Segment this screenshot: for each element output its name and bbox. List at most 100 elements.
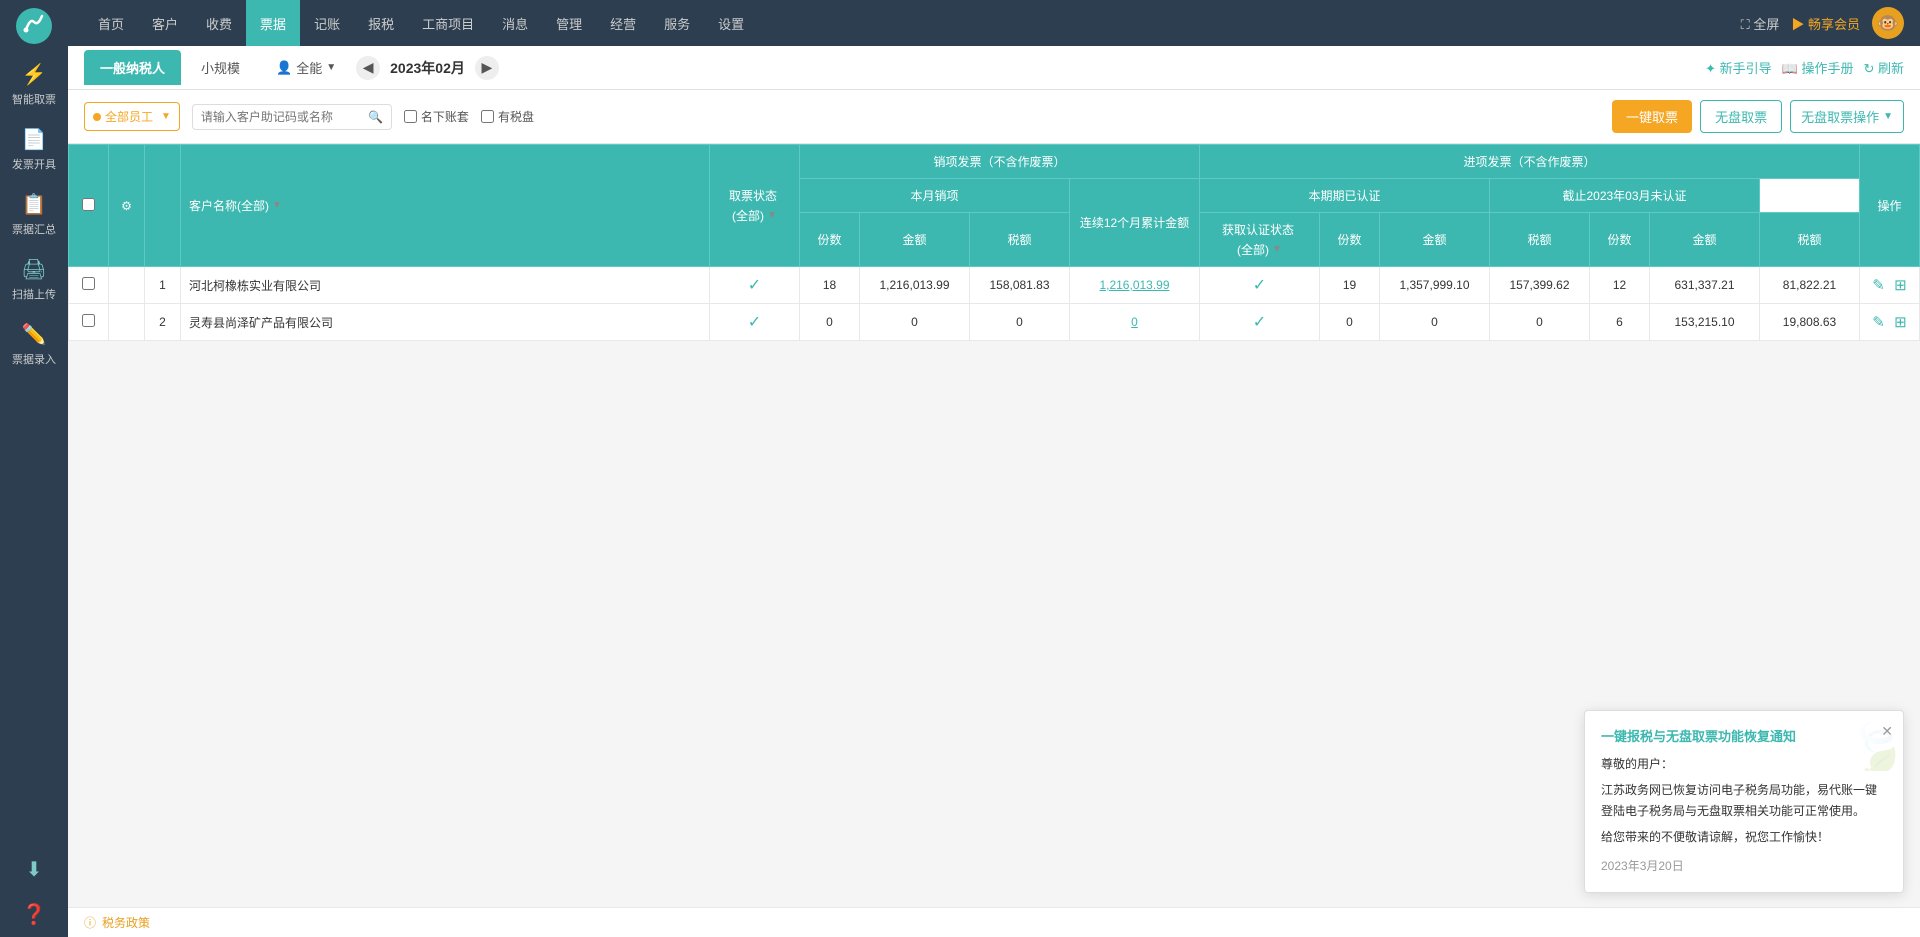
th-purchase-period: 本期期已认证 (1200, 179, 1490, 213)
has-tax-disk-label[interactable]: 有税盘 (481, 108, 534, 125)
nav-invoice[interactable]: 票据 (246, 0, 300, 46)
subtab-general[interactable]: 一般纳税人 (84, 50, 181, 85)
th-sales-month: 本月销项 (800, 179, 1070, 213)
toolbar-right-buttons: 一键取票 无盘取票 无盘取票操作 ▼ (1612, 100, 1904, 133)
row-checkbox-cell[interactable] (69, 267, 109, 304)
search-icon[interactable]: 🔍 (368, 110, 383, 124)
no-disk-ops-btn[interactable]: 无盘取票操作 ▼ (1790, 100, 1904, 133)
cumulative-link[interactable]: 0 (1131, 315, 1138, 329)
smart-fetch-icon: ⚡ (22, 62, 47, 87)
fetch-status-icon: ✓ (748, 277, 761, 294)
select-all-checkbox[interactable] (82, 198, 95, 211)
check-account-checkbox[interactable] (404, 110, 417, 123)
row-actions: ✎ ⊞ (1860, 304, 1920, 341)
tax-policy-link[interactable]: 税务政策 (102, 914, 150, 931)
fullscreen-btn[interactable]: ⛶ 全屏 (1741, 14, 1780, 33)
search-box[interactable]: 🔍 (192, 104, 392, 130)
row-checkbox-cell[interactable] (69, 304, 109, 341)
nav-message[interactable]: 消息 (488, 0, 542, 46)
no-disk-fetch-btn[interactable]: 无盘取票 (1700, 100, 1782, 133)
row-actions: ✎ ⊞ (1860, 267, 1920, 304)
row-sales-count: 0 (800, 304, 860, 341)
th-purchase-count: 份数 (1320, 213, 1380, 267)
row-customer: 河北柯橡栋实业有限公司 (181, 267, 710, 304)
invoice-summary-icon: 📋 (22, 192, 47, 217)
check-account-label[interactable]: 名下账套 (404, 108, 469, 125)
current-date: 2023年02月 (390, 58, 465, 78)
nav-home[interactable]: 首页 (84, 0, 138, 46)
user-avatar[interactable]: 🐵 (1872, 7, 1904, 39)
invoice-table-wrap: ⚙ 客户名称(全部) ▼ 取票状态 (全部) ▼ (68, 144, 1920, 341)
help-icon: ❓ (22, 902, 47, 927)
nav-customer[interactable]: 客户 (138, 0, 192, 46)
subtab-small[interactable]: 小规模 (185, 50, 256, 85)
search-input[interactable] (201, 110, 364, 124)
nav-settings[interactable]: 设置 (704, 0, 758, 46)
nav-tax[interactable]: 报税 (354, 0, 408, 46)
th-unauth-count: 份数 (1590, 213, 1650, 267)
subtab-all[interactable]: 👤 全能 ▼ (260, 50, 352, 85)
row-unauth-tax: 19,808.63 (1760, 304, 1860, 341)
new-guide-link[interactable]: ✦ 新手引导 (1705, 58, 1772, 77)
row-sales-amount: 0 (860, 304, 970, 341)
settings-icon[interactable]: ⚙ (121, 199, 132, 213)
nav-service[interactable]: 服务 (650, 0, 704, 46)
app-logo[interactable] (0, 0, 68, 52)
row-purchase-count: 19 (1320, 267, 1380, 304)
sidebar-item-smart-fetch[interactable]: ⚡ 智能取票 (0, 52, 68, 117)
prev-month-btn[interactable]: ◀ (356, 56, 380, 80)
nav-business[interactable]: 工商项目 (408, 0, 488, 46)
th-unauth-tax: 税额 (1760, 213, 1860, 267)
cert-status-icon: ✓ (1253, 314, 1266, 331)
th-purchase-tax: 税额 (1490, 213, 1590, 267)
th-fetch-status: 取票状态 (全部) ▼ (710, 145, 800, 267)
row-customer: 灵寿县尚泽矿产品有限公司 (181, 304, 710, 341)
detail-icon[interactable]: ⊞ (1894, 277, 1907, 294)
row-checkbox[interactable] (82, 314, 95, 327)
cumulative-link[interactable]: 1,216,013.99 (1099, 278, 1169, 292)
sidebar-bottom: ⬇ ❓ (0, 847, 68, 937)
row-cert-status: ✓ (1200, 267, 1320, 304)
fetch-status-filter[interactable]: ▼ (767, 210, 777, 221)
row-no: 2 (145, 304, 181, 341)
th-no (145, 145, 181, 267)
member-btn[interactable]: ▶ 畅享会员 (1791, 14, 1860, 33)
sidebar-item-download[interactable]: ⬇ (0, 847, 68, 892)
th-sales-amount: 金额 (860, 213, 970, 267)
nav-manage[interactable]: 管理 (542, 0, 596, 46)
toolbar: 全部员工 ▼ 🔍 名下账套 有税盘 一键取票 无盘取票 无盘取票操作 ▼ (68, 90, 1920, 144)
manual-link[interactable]: 📖 操作手册 (1782, 58, 1854, 77)
notif-close-btn[interactable]: ✕ (1881, 719, 1893, 744)
row-checkbox[interactable] (82, 277, 95, 290)
row-fetch-status: ✓ (710, 267, 800, 304)
customer-filter-icon[interactable]: ▼ (272, 200, 282, 211)
one-click-fetch-btn[interactable]: 一键取票 (1612, 100, 1692, 133)
row-unauth-count: 6 (1590, 304, 1650, 341)
sidebar-item-data-entry[interactable]: ✏️ 票据录入 (0, 312, 68, 377)
notif-content-3: 给您带来的不便敬请谅解，祝您工作愉快！ (1601, 827, 1887, 849)
detail-icon[interactable]: ⊞ (1894, 314, 1907, 331)
th-sales-count: 份数 (800, 213, 860, 267)
sidebar-item-scan-upload[interactable]: 🖨 扫描上传 (0, 247, 68, 312)
nav-revenue[interactable]: 收费 (192, 0, 246, 46)
th-sales-cumulative: 连续12个月累计金额 (1070, 179, 1200, 267)
nav-bookkeeping[interactable]: 记账 (300, 0, 354, 46)
edit-icon[interactable]: ✎ (1872, 277, 1885, 294)
nav-operation[interactable]: 经营 (596, 0, 650, 46)
dropdown-arrow: ▼ (326, 62, 336, 73)
th-purchase-amount: 金额 (1380, 213, 1490, 267)
sidebar-item-issue-invoice[interactable]: 📄 发票开具 (0, 117, 68, 182)
edit-icon[interactable]: ✎ (1872, 314, 1885, 331)
next-month-btn[interactable]: ▶ (475, 56, 499, 80)
employee-selector[interactable]: 全部员工 ▼ (84, 102, 180, 131)
row-fetch-status: ✓ (710, 304, 800, 341)
sidebar-item-invoice-summary[interactable]: 📋 票据汇总 (0, 182, 68, 247)
row-sales-tax: 0 (970, 304, 1070, 341)
cert-status-icon: ✓ (1253, 277, 1266, 294)
row-purchase-tax: 157,399.62 (1490, 267, 1590, 304)
cert-status-filter[interactable]: ▼ (1272, 244, 1282, 255)
th-operations: 操作 (1860, 145, 1920, 267)
sidebar-item-help[interactable]: ❓ (0, 892, 68, 937)
has-tax-disk-checkbox[interactable] (481, 110, 494, 123)
refresh-btn[interactable]: ↻ 刷新 (1863, 58, 1904, 77)
